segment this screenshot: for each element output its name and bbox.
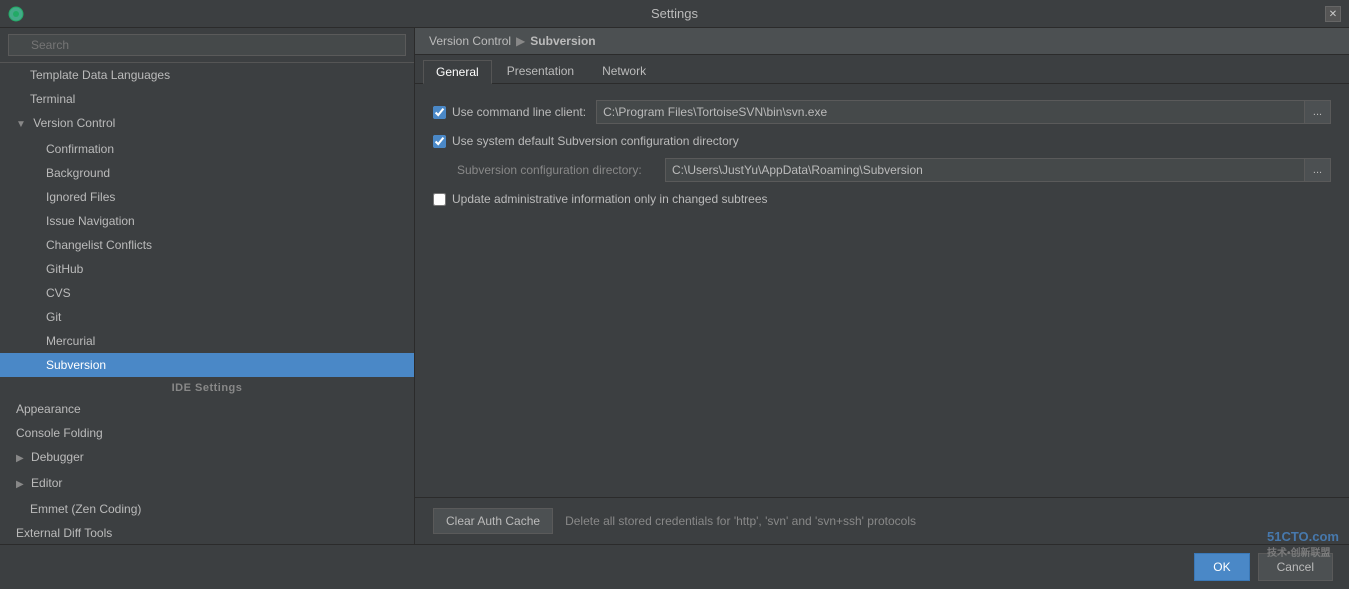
svn-config-dir-row: Subversion configuration directory: ... — [457, 158, 1331, 182]
svn-config-dir-label: Subversion configuration directory: — [457, 163, 657, 177]
search-input[interactable] — [8, 34, 406, 56]
content-area: 🔍 Template Data Languages Terminal ▼ Ver… — [0, 28, 1349, 544]
clear-cache-button[interactable]: Clear Auth Cache — [433, 508, 553, 534]
right-panel: Version Control ▶ Subversion General Pre… — [415, 28, 1349, 544]
cmd-client-label[interactable]: Use command line client: — [433, 105, 586, 119]
sidebar-list: Template Data Languages Terminal ▼ Versi… — [0, 63, 414, 544]
cmd-client-row: Use command line client: ... — [433, 100, 1331, 124]
cmd-client-checkbox[interactable] — [433, 106, 446, 119]
settings-content: Use command line client: ... Use system … — [415, 84, 1349, 497]
sidebar-item-mercurial[interactable]: Mercurial — [0, 329, 414, 353]
system-default-checkbox[interactable] — [433, 135, 446, 148]
sidebar-item-subversion[interactable]: Subversion — [0, 353, 414, 377]
svn-config-dir-browse-btn[interactable]: ... — [1305, 158, 1331, 182]
sidebar-item-github[interactable]: GitHub — [0, 257, 414, 281]
sidebar-item-background[interactable]: Background — [0, 161, 414, 185]
update-admin-checkbox[interactable] — [433, 193, 446, 206]
update-admin-label[interactable]: Update administrative information only i… — [433, 192, 768, 206]
sidebar-item-external-diff-tools[interactable]: External Diff Tools — [0, 521, 414, 544]
ide-settings-header: IDE Settings — [0, 377, 414, 397]
sidebar-item-git[interactable]: Git — [0, 305, 414, 329]
breadcrumb-bar: Version Control ▶ Subversion — [415, 28, 1349, 55]
sidebar-item-version-control[interactable]: ▼ Version Control — [0, 111, 414, 137]
settings-dialog: 🔍 Template Data Languages Terminal ▼ Ver… — [0, 28, 1349, 589]
title-bar: Settings ✕ — [0, 0, 1349, 28]
watermark: 51CTO.com 技术•创新联盟 — [1267, 529, 1339, 559]
close-button[interactable]: ✕ — [1325, 6, 1341, 22]
dialog-footer: OK Cancel — [0, 544, 1349, 589]
sidebar-item-debugger[interactable]: ▶ Debugger — [0, 445, 414, 471]
tab-presentation[interactable]: Presentation — [494, 59, 587, 83]
cmd-client-input-wrapper: ... — [596, 100, 1331, 124]
window-title: Settings — [651, 6, 698, 21]
search-box: 🔍 — [0, 28, 414, 63]
tab-network[interactable]: Network — [589, 59, 659, 83]
sidebar-item-confirmation[interactable]: Confirmation — [0, 137, 414, 161]
tab-general[interactable]: General — [423, 60, 492, 84]
sidebar-item-cvs[interactable]: CVS — [0, 281, 414, 305]
breadcrumb-separator: ▶ — [516, 34, 525, 48]
svn-config-dir-input[interactable] — [665, 158, 1305, 182]
sidebar-item-changelist-conflicts[interactable]: Changelist Conflicts — [0, 233, 414, 257]
sidebar-item-issue-navigation[interactable]: Issue Navigation — [0, 209, 414, 233]
bottom-section: Clear Auth Cache Delete all stored crede… — [415, 497, 1349, 544]
sidebar-item-editor[interactable]: ▶ Editor — [0, 471, 414, 497]
tabs-bar: General Presentation Network — [415, 55, 1349, 84]
breadcrumb-current: Subversion — [530, 34, 595, 48]
sidebar-item-console-folding[interactable]: Console Folding — [0, 421, 414, 445]
system-default-label[interactable]: Use system default Subversion configurat… — [433, 134, 739, 148]
app-icon — [8, 6, 24, 22]
debugger-expand-icon: ▶ — [16, 450, 24, 468]
update-admin-row: Update administrative information only i… — [433, 192, 1331, 206]
system-default-row: Use system default Subversion configurat… — [433, 134, 1331, 148]
sidebar-item-emmet[interactable]: Emmet (Zen Coding) — [0, 497, 414, 521]
editor-expand-icon: ▶ — [16, 476, 24, 494]
sidebar-item-template-data-languages[interactable]: Template Data Languages — [0, 63, 414, 87]
expand-icon: ▼ — [16, 116, 26, 134]
ok-button[interactable]: OK — [1194, 553, 1249, 581]
cmd-client-browse-btn[interactable]: ... — [1305, 100, 1331, 124]
search-wrapper: 🔍 — [8, 34, 406, 56]
watermark-line2: 技术•创新联盟 — [1267, 544, 1339, 559]
breadcrumb-parent: Version Control — [429, 34, 511, 48]
sidebar-item-terminal[interactable]: Terminal — [0, 87, 414, 111]
cache-description: Delete all stored credentials for 'http'… — [565, 514, 916, 528]
svn-config-dir-input-wrapper: ... — [665, 158, 1331, 182]
cmd-client-path-input[interactable] — [596, 100, 1305, 124]
sidebar-item-ignored-files[interactable]: Ignored Files — [0, 185, 414, 209]
sidebar: 🔍 Template Data Languages Terminal ▼ Ver… — [0, 28, 415, 544]
watermark-line1: 51CTO.com — [1267, 529, 1339, 544]
sidebar-item-appearance[interactable]: Appearance — [0, 397, 414, 421]
